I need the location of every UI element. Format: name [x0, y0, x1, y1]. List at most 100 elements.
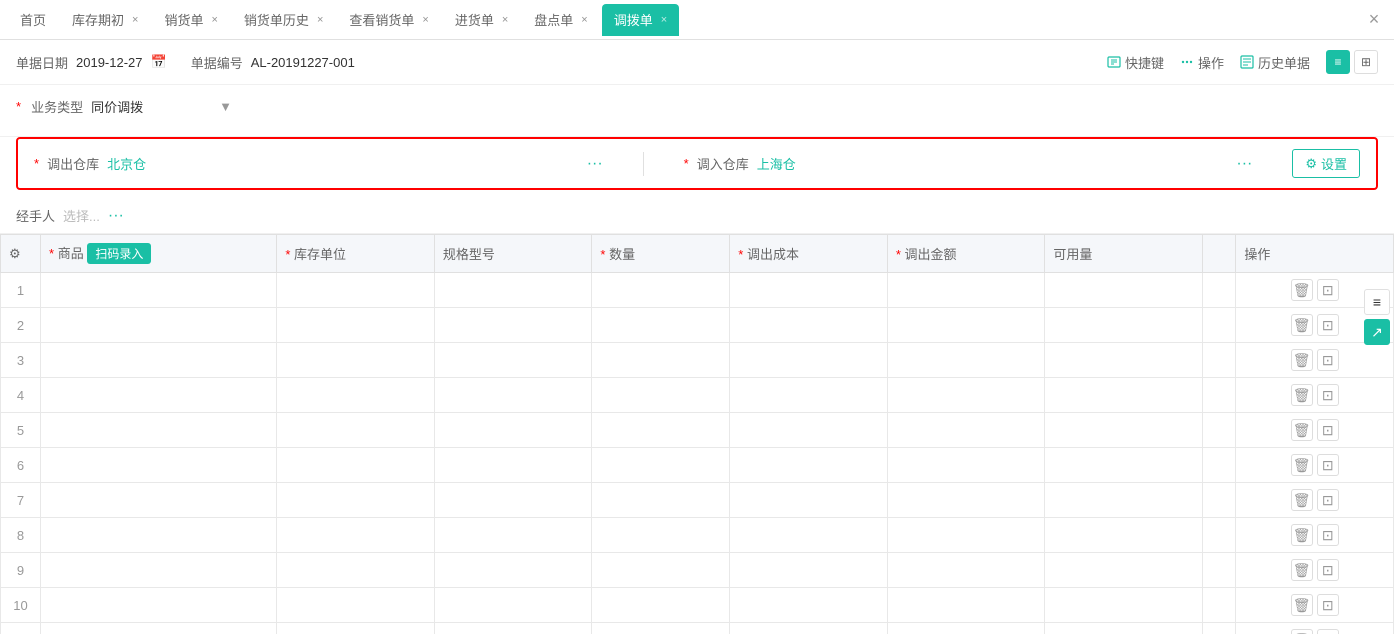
row-avail[interactable] [1045, 588, 1203, 623]
row-copy-icon[interactable]: ⊡ [1317, 384, 1339, 406]
row-unit[interactable] [277, 483, 435, 518]
tab-inventory[interactable]: 盘点单 × [522, 4, 599, 36]
row-spec[interactable] [434, 378, 592, 413]
row-copy-icon[interactable]: ⊡ [1317, 629, 1339, 634]
tab-sales-order-close[interactable]: × [211, 14, 217, 26]
row-unit[interactable] [277, 413, 435, 448]
row-avail[interactable] [1045, 448, 1203, 483]
row-qty[interactable] [592, 483, 730, 518]
row-cost[interactable] [730, 588, 888, 623]
biz-type-dropdown-icon[interactable]: ▼ [219, 99, 232, 114]
row-qty[interactable] [592, 553, 730, 588]
row-spec[interactable] [434, 518, 592, 553]
tab-purchase-close[interactable]: × [502, 14, 508, 26]
row-unit[interactable] [277, 518, 435, 553]
row-qty[interactable] [592, 518, 730, 553]
row-cost[interactable] [730, 483, 888, 518]
tab-sales-history[interactable]: 销货单历史 × [232, 4, 335, 36]
row-spec[interactable] [434, 553, 592, 588]
row-delete-icon[interactable]: 🗑 [1291, 629, 1313, 634]
row-product[interactable] [41, 448, 277, 483]
row-delete-icon[interactable]: 🗑 [1291, 314, 1313, 336]
row-cost[interactable] [730, 413, 888, 448]
row-amount[interactable] [887, 623, 1045, 634]
row-amount[interactable] [887, 518, 1045, 553]
grid-view-btn[interactable]: ⊞ [1354, 50, 1378, 74]
row-avail[interactable] [1045, 273, 1203, 308]
row-amount[interactable] [887, 553, 1045, 588]
history-btn[interactable]: 历史单据 [1240, 53, 1310, 72]
row-product[interactable] [41, 588, 277, 623]
row-spec[interactable] [434, 623, 592, 634]
settings-button[interactable]: ⚙ 设置 [1292, 149, 1360, 178]
row-delete-icon[interactable]: 🗑 [1291, 489, 1313, 511]
biz-type-value[interactable]: 同价调拨 [91, 97, 211, 116]
operation-btn[interactable]: 操作 [1180, 53, 1224, 72]
row-cost[interactable] [730, 308, 888, 343]
tab-sales-history-close[interactable]: × [317, 14, 323, 26]
row-qty[interactable] [592, 343, 730, 378]
row-delete-icon[interactable]: 🗑 [1291, 279, 1313, 301]
row-copy-icon[interactable]: ⊡ [1317, 349, 1339, 371]
row-delete-icon[interactable]: 🗑 [1291, 559, 1313, 581]
row-copy-icon[interactable]: ⊡ [1317, 594, 1339, 616]
row-qty[interactable] [592, 413, 730, 448]
row-qty[interactable] [592, 273, 730, 308]
row-spec[interactable] [434, 308, 592, 343]
row-delete-icon[interactable]: 🗑 [1291, 594, 1313, 616]
row-amount[interactable] [887, 308, 1045, 343]
row-copy-icon[interactable]: ⊡ [1317, 559, 1339, 581]
row-copy-icon[interactable]: ⊡ [1317, 419, 1339, 441]
tab-inventory-init[interactable]: 库存期初 × [60, 4, 150, 36]
row-copy-icon[interactable]: ⊡ [1317, 454, 1339, 476]
row-product[interactable] [41, 378, 277, 413]
row-product[interactable] [41, 343, 277, 378]
row-unit[interactable] [277, 308, 435, 343]
window-close-button[interactable]: × [1362, 8, 1386, 32]
tab-purchase[interactable]: 进货单 × [443, 4, 520, 36]
tab-inventory-init-close[interactable]: × [132, 14, 138, 26]
row-product[interactable] [41, 623, 277, 634]
row-amount[interactable] [887, 273, 1045, 308]
row-product[interactable] [41, 553, 277, 588]
row-qty[interactable] [592, 623, 730, 634]
row-avail[interactable] [1045, 518, 1203, 553]
row-spec[interactable] [434, 413, 592, 448]
row-cost[interactable] [730, 623, 888, 634]
sidebar-list-icon[interactable]: ≡ [1364, 289, 1390, 315]
col-settings-header[interactable]: ⚙ [1, 235, 41, 273]
row-avail[interactable] [1045, 343, 1203, 378]
row-spec[interactable] [434, 343, 592, 378]
out-warehouse-more-icon[interactable]: ··· [587, 155, 603, 173]
row-copy-icon[interactable]: ⊡ [1317, 279, 1339, 301]
row-cost[interactable] [730, 553, 888, 588]
row-avail[interactable] [1045, 623, 1203, 634]
row-spec[interactable] [434, 483, 592, 518]
tab-view-sales-close[interactable]: × [422, 14, 428, 26]
list-view-btn[interactable]: ≡ [1326, 50, 1350, 74]
tab-transfer[interactable]: 调拨单 × [602, 4, 679, 36]
row-unit[interactable] [277, 378, 435, 413]
row-delete-icon[interactable]: 🗑 [1291, 349, 1313, 371]
row-amount[interactable] [887, 588, 1045, 623]
row-amount[interactable] [887, 483, 1045, 518]
row-avail[interactable] [1045, 308, 1203, 343]
row-amount[interactable] [887, 448, 1045, 483]
row-spec[interactable] [434, 588, 592, 623]
tab-sales-order[interactable]: 销货单 × [152, 4, 229, 36]
tab-transfer-close[interactable]: × [661, 14, 667, 26]
row-unit[interactable] [277, 343, 435, 378]
row-avail[interactable] [1045, 483, 1203, 518]
row-cost[interactable] [730, 378, 888, 413]
row-copy-icon[interactable]: ⊡ [1317, 314, 1339, 336]
scan-btn[interactable]: 扫码录入 [87, 243, 151, 264]
row-qty[interactable] [592, 378, 730, 413]
row-delete-icon[interactable]: 🗑 [1291, 384, 1313, 406]
row-qty[interactable] [592, 448, 730, 483]
row-cost[interactable] [730, 448, 888, 483]
row-delete-icon[interactable]: 🗑 [1291, 524, 1313, 546]
row-unit[interactable] [277, 623, 435, 634]
row-delete-icon[interactable]: 🗑 [1291, 419, 1313, 441]
in-warehouse-more-icon[interactable]: ··· [1236, 155, 1252, 173]
row-delete-icon[interactable]: 🗑 [1291, 454, 1313, 476]
